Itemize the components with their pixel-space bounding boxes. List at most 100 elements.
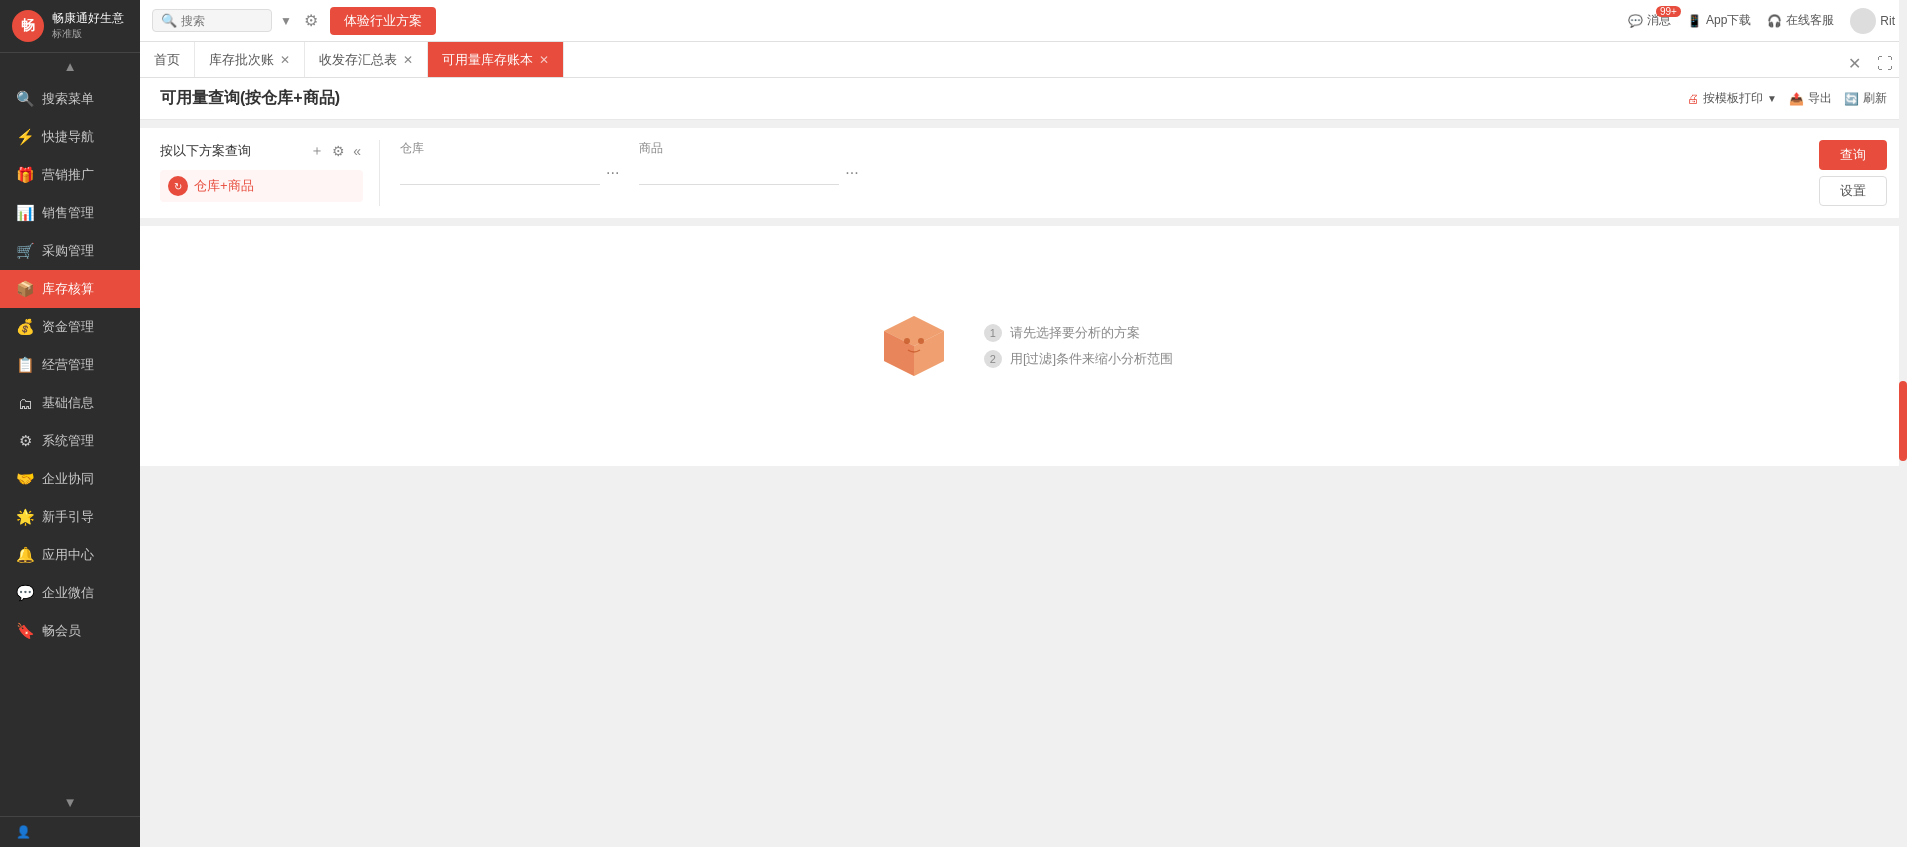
search-icon: 🔍 [161,13,177,28]
message-btn[interactable]: 💬 消息 99+ [1628,12,1671,29]
settings-scheme-btn[interactable]: ⚙ [330,140,347,162]
sidebar-user-bottom[interactable]: 👤 [0,816,140,847]
member-icon: 🔖 [16,622,34,640]
sidebar-scroll-down[interactable]: ▼ [0,789,140,816]
filter-scheme-actions: ＋ ⚙ « [308,140,363,162]
enterprise-icon: 🤝 [16,470,34,488]
goods-more-btn[interactable]: ··· [845,164,858,182]
query-button[interactable]: 查询 [1819,140,1887,170]
sidebar: 畅 畅康通好生意 标准版 ▲ 🔍 搜索菜单 ⚡ 快捷导航 🎁 营销推广 📊 销售… [0,0,140,847]
sidebar-item-operation[interactable]: 📋 经营管理 [0,346,140,384]
scheme-icon: ↻ [168,176,188,196]
filter-field-goods: 商品 ··· [639,140,858,185]
wechat-icon: 💬 [16,584,34,602]
sidebar-item-inventory[interactable]: 📦 库存核算 [0,270,140,308]
purchase-icon: 🛒 [16,242,34,260]
avatar [1850,8,1876,34]
app-download-icon: 📱 [1687,14,1702,28]
user-profile-btn[interactable]: Rit [1850,8,1895,34]
sidebar-item-system[interactable]: ⚙ 系统管理 [0,422,140,460]
print-label: 按模板打印 [1703,90,1763,107]
tab-available-qty-label: 可用量库存账本 [442,51,533,69]
industry-btn[interactable]: 体验行业方案 [330,7,436,35]
sidebar-item-label: 企业微信 [42,584,94,602]
filter-schemes-header: 按以下方案查询 ＋ ⚙ « [160,140,363,162]
scheme-item-warehouse-goods[interactable]: ↻ 仓库+商品 [160,170,363,202]
sidebar-item-sales[interactable]: 📊 销售管理 [0,194,140,232]
empty-step-1: 1 请先选择要分析的方案 [984,324,1173,342]
refresh-label: 刷新 [1863,90,1887,107]
settings-button[interactable]: 设置 [1819,176,1887,206]
sidebar-item-label: 库存核算 [42,280,94,298]
tab-home-label: 首页 [154,51,180,69]
sidebar-item-label: 快捷导航 [42,128,94,146]
sidebar-item-label: 搜索菜单 [42,90,94,108]
sidebar-item-label: 畅会员 [42,622,81,640]
empty-state: 1 请先选择要分析的方案 2 用[过滤]条件来缩小分析范围 [140,226,1907,466]
sidebar-item-finance[interactable]: 💰 资金管理 [0,308,140,346]
close-tab-btn[interactable]: ✕ [1844,50,1865,77]
sidebar-item-marketing[interactable]: 🎁 营销推广 [0,156,140,194]
sidebar-item-guide[interactable]: 🌟 新手引导 [0,498,140,536]
sidebar-item-label: 采购管理 [42,242,94,260]
refresh-btn[interactable]: 🔄 刷新 [1844,90,1887,107]
tab-available-qty-close[interactable]: ✕ [539,53,549,67]
sidebar-item-purchase[interactable]: 🛒 采购管理 [0,232,140,270]
sidebar-item-search[interactable]: 🔍 搜索菜单 [0,80,140,118]
user-name-label: Rit [1880,14,1895,28]
warehouse-more-btn[interactable]: ··· [606,164,619,182]
filter-field-warehouse: 仓库 ··· [400,140,619,185]
tab-batch-ledger-label: 库存批次账 [209,51,274,69]
print-dropdown-icon: ▼ [1767,93,1777,104]
empty-step-2: 2 用[过滤]条件来缩小分析范围 [984,350,1173,368]
service-icon: 🎧 [1767,14,1782,28]
filter-area: 按以下方案查询 ＋ ⚙ « ↻ 仓库+商品 仓库 [140,128,1907,218]
search-icon: 🔍 [16,90,34,108]
gear-settings-btn[interactable]: ⚙ [300,7,322,34]
tab-batch-ledger[interactable]: 库存批次账 ✕ [195,42,305,77]
tab-available-qty[interactable]: 可用量库存账本 ✕ [428,42,564,77]
expand-btn[interactable]: ⛶ [1873,51,1897,77]
sidebar-item-basic-info[interactable]: 🗂 基础信息 [0,384,140,422]
export-btn[interactable]: 📤 导出 [1789,90,1832,107]
app-download-btn[interactable]: 📱 App下载 [1687,12,1751,29]
online-service-btn[interactable]: 🎧 在线客服 [1767,12,1834,29]
goods-label: 商品 [639,140,858,157]
sidebar-item-quick-nav[interactable]: ⚡ 快捷导航 [0,118,140,156]
topbar-search-box[interactable]: 🔍 [152,9,272,32]
sidebar-logo: 畅 [12,10,44,42]
sidebar-item-enterprise[interactable]: 🤝 企业协同 [0,460,140,498]
tabs-actions: ✕ ⛶ [1834,50,1907,77]
tab-batch-ledger-close[interactable]: ✕ [280,53,290,67]
tab-collection-summary-close[interactable]: ✕ [403,53,413,67]
sidebar-item-member[interactable]: 🔖 畅会员 [0,612,140,650]
system-icon: ⚙ [16,432,34,450]
empty-instructions: 1 请先选择要分析的方案 2 用[过滤]条件来缩小分析范围 [984,324,1173,368]
warehouse-label: 仓库 [400,140,619,157]
app-center-icon: 🔔 [16,546,34,564]
filter-scheme-title: 按以下方案查询 [160,142,251,160]
goods-input[interactable] [639,161,839,185]
tab-collection-summary[interactable]: 收发存汇总表 ✕ [305,42,428,77]
empty-illustration [874,306,954,386]
sidebar-header: 畅 畅康通好生意 标准版 [0,0,140,53]
sidebar-item-app-center[interactable]: 🔔 应用中心 [0,536,140,574]
message-icon: 💬 [1628,14,1643,28]
tab-home[interactable]: 首页 [140,42,195,77]
add-scheme-btn[interactable]: ＋ [308,140,326,162]
right-scrollbar[interactable] [1899,0,1907,847]
search-input[interactable] [181,14,261,28]
sidebar-item-label: 企业协同 [42,470,94,488]
sidebar-item-wechat[interactable]: 💬 企业微信 [0,574,140,612]
warehouse-input[interactable] [400,161,600,185]
sidebar-item-label: 基础信息 [42,394,94,412]
inventory-icon: 📦 [16,280,34,298]
search-dropdown-btn[interactable]: ▼ [280,14,292,28]
filter-schemes: 按以下方案查询 ＋ ⚙ « ↻ 仓库+商品 [160,140,380,206]
main-area: 🔍 ▼ ⚙ 体验行业方案 💬 消息 99+ 📱 App下载 🎧 在线客服 Rit [140,0,1907,847]
print-btn[interactable]: 🖨 按模板打印 ▼ [1687,90,1777,107]
scheme-item-label: 仓库+商品 [194,177,254,195]
sidebar-scroll-up[interactable]: ▲ [0,53,140,80]
collapse-scheme-btn[interactable]: « [351,140,363,162]
refresh-icon: 🔄 [1844,92,1859,106]
